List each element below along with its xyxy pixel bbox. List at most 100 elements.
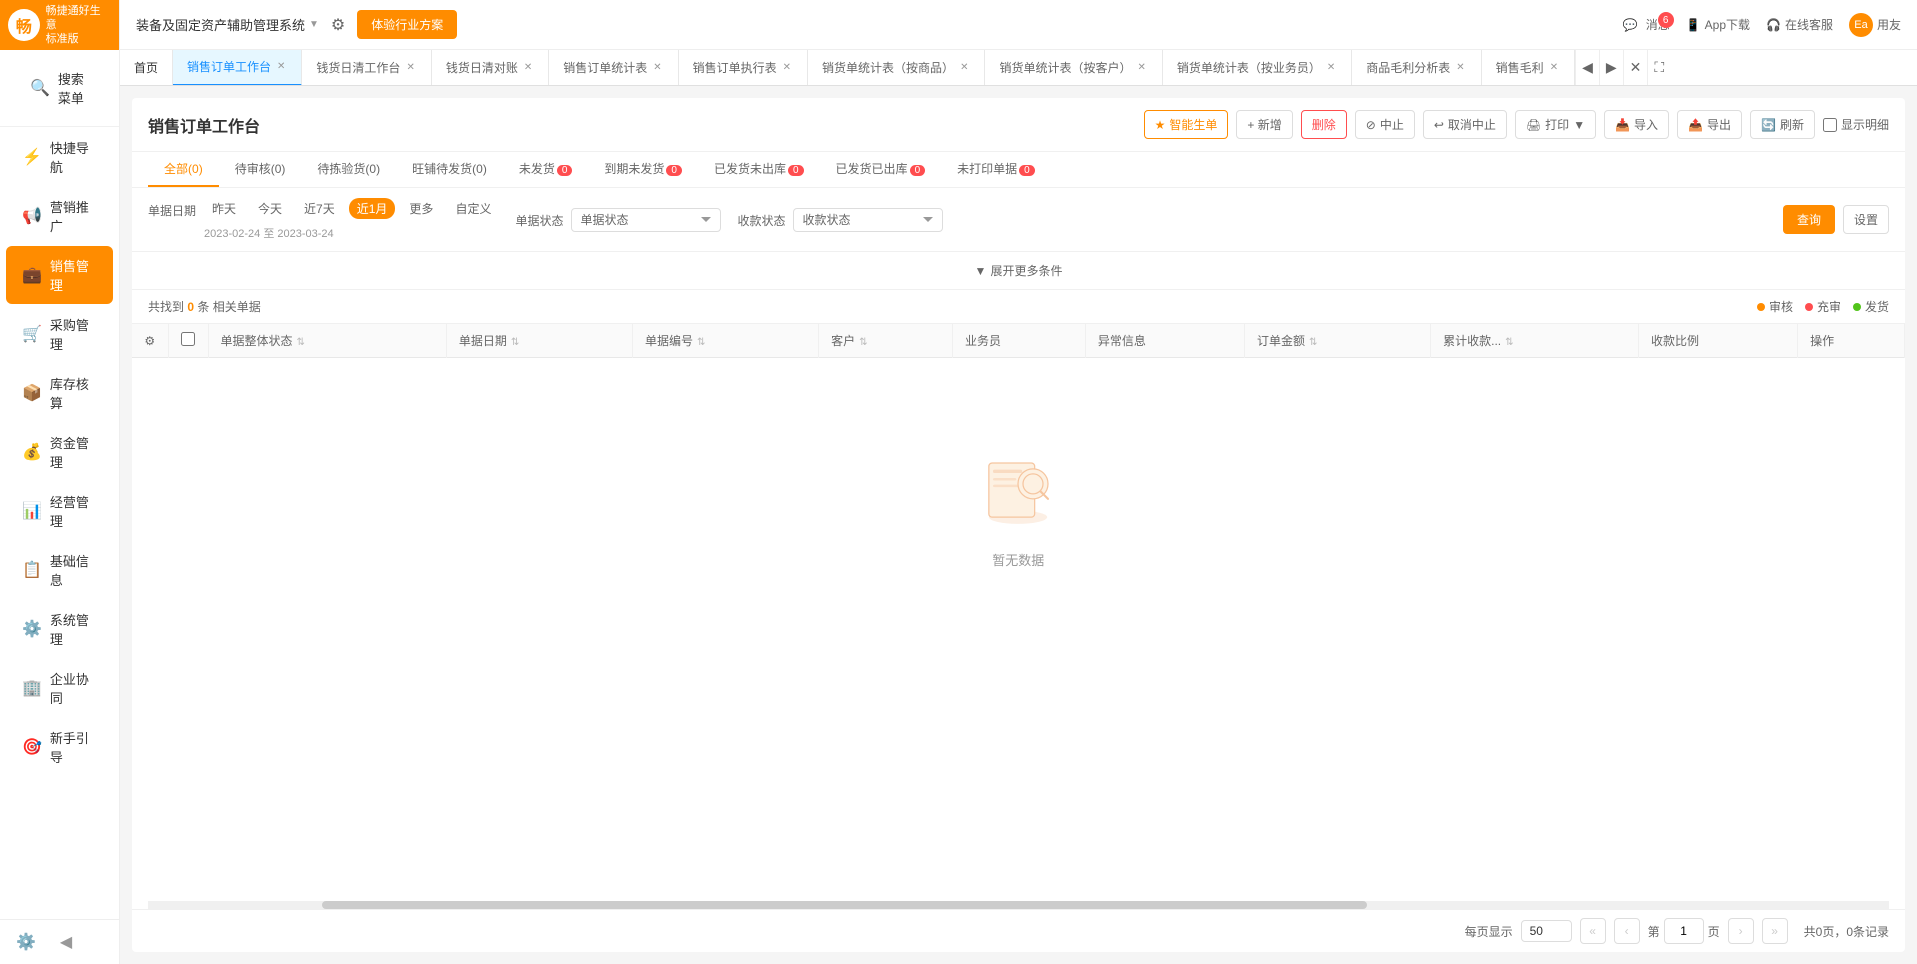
sidebar-nav: ⚡ 快捷导航 📢 营销推广 💼 销售管理 🛒 采购管理 📦 库存核算 💰 资金管… bbox=[0, 127, 119, 777]
settings-icon-btn[interactable]: ⚙ bbox=[331, 15, 345, 35]
collapse-btn[interactable]: ◀ bbox=[52, 928, 80, 956]
date-btn-today[interactable]: 今天 bbox=[250, 198, 290, 219]
filter-tab-not-printed[interactable]: 未打印单据0 bbox=[941, 152, 1051, 187]
tab-close-icon[interactable]: ✕ bbox=[651, 60, 663, 75]
tab-nav-next[interactable]: ▶ bbox=[1599, 50, 1623, 86]
reject-btn[interactable]: 充审 bbox=[1805, 298, 1841, 315]
tab-sales-summary-product[interactable]: 销货单统计表（按商品） ✕ bbox=[808, 50, 985, 86]
first-page-btn[interactable]: « bbox=[1580, 918, 1606, 944]
tab-cash-daily[interactable]: 钱货日清工作台 ✕ bbox=[302, 50, 431, 86]
date-btn-yesterday[interactable]: 昨天 bbox=[204, 198, 244, 219]
stop-btn[interactable]: ⊘ 中止 bbox=[1355, 110, 1415, 139]
sidebar-item-operations[interactable]: 📊 经营管理 bbox=[6, 482, 113, 540]
tab-close-icon[interactable]: ✕ bbox=[1135, 60, 1147, 75]
sidebar-item-marketing[interactable]: 📢 营销推广 bbox=[6, 187, 113, 245]
page-size-select[interactable]: 50 20 100 bbox=[1521, 920, 1572, 942]
query-btn[interactable]: 查询 bbox=[1783, 205, 1835, 234]
payment-select[interactable]: 收款状态 bbox=[793, 208, 943, 232]
tab-restore[interactable]: ⛶ bbox=[1647, 50, 1670, 86]
show-detail-checkbox[interactable] bbox=[1823, 118, 1837, 132]
tab-sales-execution[interactable]: 销售订单执行表 ✕ bbox=[679, 50, 808, 86]
tab-sales-workbench[interactable]: 销售订单工作台 ✕ bbox=[173, 50, 302, 86]
filter-tab-not-shipped[interactable]: 未发货0 bbox=[503, 152, 589, 187]
tab-sales-summary-customer[interactable]: 销货单统计表（按客户） ✕ bbox=[985, 50, 1162, 86]
tab-sales-stats[interactable]: 销售订单统计表 ✕ bbox=[549, 50, 678, 86]
sidebar-item-sales[interactable]: 💼 销售管理 bbox=[6, 246, 113, 304]
delete-btn[interactable]: 删除 bbox=[1301, 110, 1347, 139]
tab-close-icon[interactable]: ✕ bbox=[1548, 60, 1560, 75]
settings-bottom-btn[interactable]: ⚙️ bbox=[8, 928, 44, 956]
user-menu-btn[interactable]: Ea 用友 bbox=[1849, 13, 1901, 37]
sort-icon[interactable]: ⇅ bbox=[859, 337, 867, 348]
select-all-checkbox[interactable] bbox=[181, 332, 195, 346]
tab-sales-more[interactable]: 销售毛利 ✕ bbox=[1482, 50, 1575, 86]
smart-create-btn[interactable]: ★ 智能生单 bbox=[1144, 110, 1229, 139]
refresh-btn[interactable]: 🔄 刷新 bbox=[1750, 110, 1815, 139]
last-page-btn[interactable]: » bbox=[1762, 918, 1788, 944]
filter-tab-overdue-ship[interactable]: 到期未发货0 bbox=[588, 152, 698, 187]
online-service-btn[interactable]: 🎧 在线客服 bbox=[1766, 16, 1833, 33]
app-download-btn[interactable]: 📱 App下载 bbox=[1686, 16, 1750, 33]
date-btn-7days[interactable]: 近7天 bbox=[296, 198, 343, 219]
tab-cash-reconcile[interactable]: 钱货日清对账 ✕ bbox=[432, 50, 549, 86]
tab-close-icon[interactable]: ✕ bbox=[275, 59, 287, 74]
sidebar-item-label: 销售管理 bbox=[50, 256, 97, 294]
filter-tab-wangpu-ship[interactable]: 旺铺待发货(0) bbox=[396, 152, 503, 187]
date-btn-more[interactable]: 更多 bbox=[401, 198, 441, 219]
tab-close-icon[interactable]: ✕ bbox=[404, 60, 416, 75]
export-btn[interactable]: 📤 导出 bbox=[1677, 110, 1742, 139]
sidebar-item-enterprise[interactable]: 🏢 企业协同 bbox=[6, 659, 113, 717]
tab-nav-prev[interactable]: ◀ bbox=[1575, 50, 1599, 86]
page-number-input[interactable] bbox=[1664, 918, 1704, 944]
tab-close-all[interactable]: ✕ bbox=[1623, 50, 1648, 86]
filter-tab-shipped-not-out[interactable]: 已发货未出库0 bbox=[698, 152, 820, 187]
ship-btn[interactable]: 发货 bbox=[1853, 298, 1889, 315]
filter-settings-btn[interactable]: 设置 bbox=[1843, 205, 1889, 234]
sidebar-item-guide[interactable]: 🎯 新手引导 bbox=[6, 718, 113, 776]
print-btn[interactable]: 🖨 打印 ▼ bbox=[1515, 110, 1596, 139]
messages-btn[interactable]: 💬 6 消息 bbox=[1623, 16, 1670, 33]
industry-solution-btn[interactable]: 体验行业方案 bbox=[357, 10, 457, 39]
search-menu-btn[interactable]: 🔍 搜索菜单 bbox=[14, 59, 105, 117]
scrollbar-thumb[interactable] bbox=[322, 901, 1367, 909]
th-settings[interactable]: ⚙ bbox=[132, 324, 168, 358]
expand-filters-btn[interactable]: ▼ 展开更多条件 bbox=[967, 258, 1071, 283]
tab-close-icon[interactable]: ✕ bbox=[781, 60, 793, 75]
tab-home[interactable]: 首页 bbox=[120, 50, 173, 86]
add-btn[interactable]: + 新增 bbox=[1236, 110, 1292, 139]
date-btn-month[interactable]: 近1月 bbox=[349, 198, 396, 219]
sort-icon[interactable]: ⇅ bbox=[1309, 337, 1317, 348]
status-select[interactable]: 单据状态 bbox=[571, 208, 721, 232]
audit-btn[interactable]: 审核 bbox=[1757, 298, 1793, 315]
sort-icon[interactable]: ⇅ bbox=[1505, 337, 1513, 348]
sidebar-item-finance[interactable]: 💰 资金管理 bbox=[6, 423, 113, 481]
cancel-stop-btn[interactable]: ↩ 取消中止 bbox=[1423, 110, 1507, 139]
tab-sales-summary-staff[interactable]: 销货单统计表（按业务员） ✕ bbox=[1163, 50, 1352, 86]
tab-close-icon[interactable]: ✕ bbox=[522, 60, 534, 75]
import-btn[interactable]: 📥 导入 bbox=[1604, 110, 1669, 139]
sidebar-item-purchase[interactable]: 🛒 采购管理 bbox=[6, 305, 113, 363]
sidebar-item-label: 新手引导 bbox=[50, 728, 97, 766]
sort-icon[interactable]: ⇅ bbox=[297, 337, 305, 348]
system-title-dropdown[interactable]: 装备及固定资产辅助管理系统 ▼ bbox=[136, 15, 319, 34]
sidebar-item-quick-nav[interactable]: ⚡ 快捷导航 bbox=[6, 128, 113, 186]
sidebar-item-basic[interactable]: 📋 基础信息 bbox=[6, 541, 113, 599]
horizontal-scrollbar[interactable] bbox=[148, 901, 1889, 909]
sort-icon[interactable]: ⇅ bbox=[511, 337, 519, 348]
sidebar-item-system[interactable]: ⚙️ 系统管理 bbox=[6, 600, 113, 658]
filter-tab-pending-check[interactable]: 待拣验货(0) bbox=[301, 152, 396, 187]
tab-close-icon[interactable]: ✕ bbox=[1454, 60, 1466, 75]
next-page-btn[interactable]: › bbox=[1728, 918, 1754, 944]
tab-margin-analysis[interactable]: 商品毛利分析表 ✕ bbox=[1352, 50, 1481, 86]
prev-page-btn[interactable]: ‹ bbox=[1614, 918, 1640, 944]
date-btn-custom[interactable]: 自定义 bbox=[447, 198, 499, 219]
ship-dot bbox=[1853, 303, 1861, 311]
sort-icon[interactable]: ⇅ bbox=[697, 337, 705, 348]
date-range-display: 2023-02-24 至 2023-03-24 bbox=[204, 225, 499, 241]
sidebar-item-inventory[interactable]: 📦 库存核算 bbox=[6, 364, 113, 422]
filter-tab-pending-review[interactable]: 待审核(0) bbox=[219, 152, 302, 187]
tab-close-icon[interactable]: ✕ bbox=[958, 60, 970, 75]
filter-tab-shipped-out[interactable]: 已发货已出库0 bbox=[820, 152, 942, 187]
tab-close-icon[interactable]: ✕ bbox=[1325, 60, 1337, 75]
filter-tab-all[interactable]: 全部(0) bbox=[148, 152, 219, 187]
